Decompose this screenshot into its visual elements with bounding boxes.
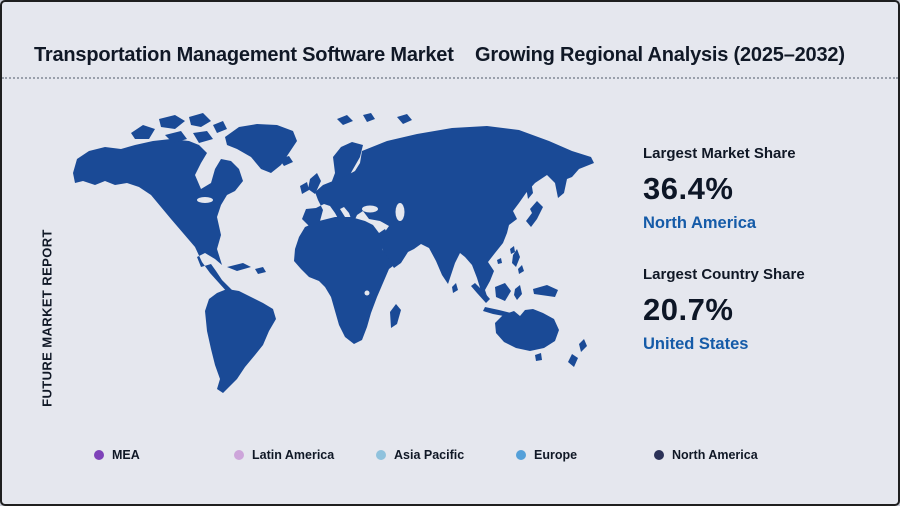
- japan: [526, 181, 543, 227]
- caspian-sea: [395, 203, 405, 221]
- continent-south-america: [205, 289, 276, 393]
- stat-value: 36.4%: [643, 171, 734, 206]
- stat-region: United States: [643, 335, 749, 353]
- continent-australia: [495, 309, 559, 361]
- stat-value: 20.7%: [643, 292, 734, 327]
- stat-label: Largest Market Share: [643, 145, 796, 162]
- philippines: [512, 249, 524, 274]
- black-sea: [362, 205, 378, 213]
- caribbean-islands: [227, 263, 266, 274]
- continent-africa: [294, 217, 401, 344]
- legend: MEA Latin America Asia Pacific Europe No…: [2, 448, 898, 470]
- legend-item-north-america: North America: [654, 448, 758, 462]
- title-analysis-range: Growing Regional Analysis (2025–2032): [475, 44, 845, 66]
- stat-country-share: Largest Country Share 20.7% United State…: [643, 266, 893, 354]
- greenland: [225, 124, 297, 173]
- svalbard-islands: [337, 113, 412, 125]
- world-map: [67, 97, 612, 422]
- arctic-islands: [131, 113, 227, 143]
- great-lakes: [197, 197, 213, 203]
- lake-victoria: [364, 290, 370, 296]
- dotted-divider: [2, 77, 898, 79]
- legend-label: MEA: [112, 448, 140, 462]
- brand-vertical-text: FUTURE MARKET REPORT: [39, 229, 55, 407]
- stat-label: Largest Country Share: [643, 266, 805, 283]
- new-zealand: [568, 339, 587, 367]
- legend-item-europe: Europe: [516, 448, 577, 462]
- world-map-svg: [73, 113, 594, 393]
- infographic-frame: Transportation Management Software Marke…: [0, 0, 900, 506]
- stat-market-share: Largest Market Share 36.4% North America: [643, 145, 893, 233]
- legend-item-asia-pacific: Asia Pacific: [376, 448, 464, 462]
- legend-label: Europe: [534, 448, 578, 462]
- legend-dot-north-america: [654, 450, 664, 460]
- stat-region: North America: [643, 214, 757, 232]
- title-market-name: Transportation Management Software Marke…: [34, 44, 454, 66]
- continent-north-america: [73, 139, 243, 293]
- legend-dot-mea: [94, 450, 104, 460]
- legend-label: Latin America: [252, 448, 335, 462]
- madagascar: [390, 304, 401, 328]
- stats-panel: Largest Market Share 36.4% North America…: [643, 145, 893, 387]
- legend-dot-asia-pacific: [376, 450, 386, 460]
- legend-label: North America: [672, 448, 758, 462]
- page-title: Transportation Management Software Marke…: [2, 44, 898, 70]
- legend-label: Asia Pacific: [394, 448, 465, 462]
- legend-item-latin-america: Latin America: [234, 448, 334, 462]
- legend-item-mea: MEA: [94, 448, 140, 462]
- legend-dot-latin-america: [234, 450, 244, 460]
- legend-dot-europe: [516, 450, 526, 460]
